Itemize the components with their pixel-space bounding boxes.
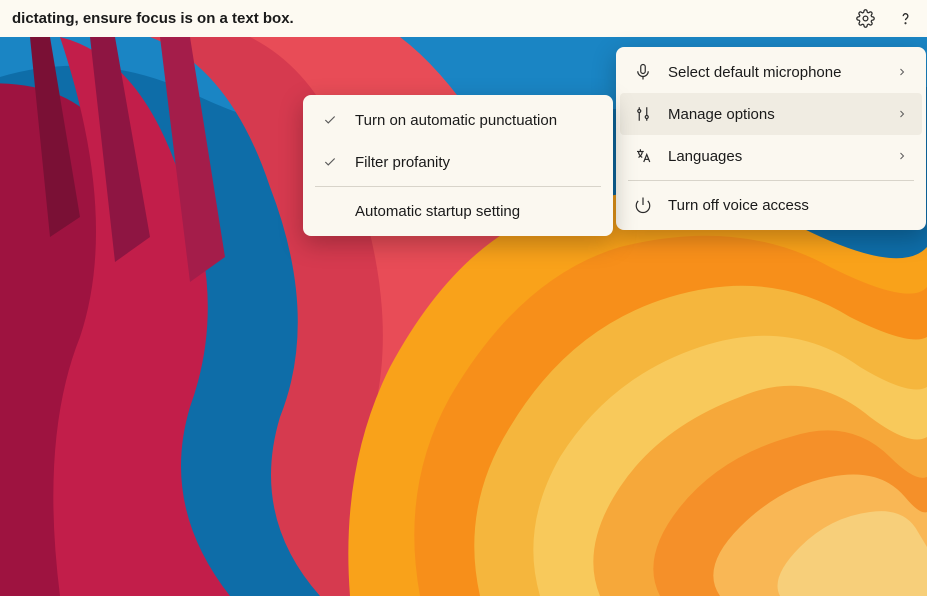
power-icon: [632, 194, 654, 216]
top-bar: dictating, ensure focus is on a text box…: [0, 0, 927, 37]
submenu-item-auto-punctuation[interactable]: Turn on automatic punctuation: [307, 99, 609, 141]
help-icon: [896, 9, 915, 28]
submenu-label: Turn on automatic punctuation: [355, 112, 597, 129]
menu-separator: [628, 180, 914, 181]
microphone-icon: [632, 61, 654, 83]
check-icon: [319, 113, 341, 127]
manage-options-submenu: Turn on automatic punctuation Filter pro…: [303, 95, 613, 236]
menu-separator: [315, 186, 601, 187]
submenu-item-filter-profanity[interactable]: Filter profanity: [307, 141, 609, 183]
submenu-item-startup-setting[interactable]: Automatic startup setting: [307, 190, 609, 232]
menu-label: Turn off voice access: [668, 197, 910, 214]
menu-label: Select default microphone: [668, 64, 896, 81]
menu-item-manage-options[interactable]: Manage options: [620, 93, 922, 135]
check-icon: [319, 155, 341, 169]
hint-text: dictating, ensure focus is on a text box…: [12, 10, 855, 27]
settings-menu: Select default microphone Manage options: [616, 47, 926, 230]
gear-icon: [856, 9, 875, 28]
menu-item-languages[interactable]: Languages: [620, 135, 922, 177]
submenu-label: Automatic startup setting: [355, 203, 597, 220]
menu-label: Manage options: [668, 106, 896, 123]
submenu-label: Filter profanity: [355, 154, 597, 171]
menu-item-default-microphone[interactable]: Select default microphone: [620, 51, 922, 93]
chevron-right-icon: [896, 107, 910, 121]
settings-button[interactable]: [855, 9, 875, 29]
language-icon: [632, 145, 654, 167]
sliders-icon: [632, 103, 654, 125]
top-bar-actions: [855, 9, 915, 29]
chevron-right-icon: [896, 65, 910, 79]
menu-label: Languages: [668, 148, 896, 165]
menu-item-turn-off[interactable]: Turn off voice access: [620, 184, 922, 226]
help-button[interactable]: [895, 9, 915, 29]
chevron-right-icon: [896, 149, 910, 163]
